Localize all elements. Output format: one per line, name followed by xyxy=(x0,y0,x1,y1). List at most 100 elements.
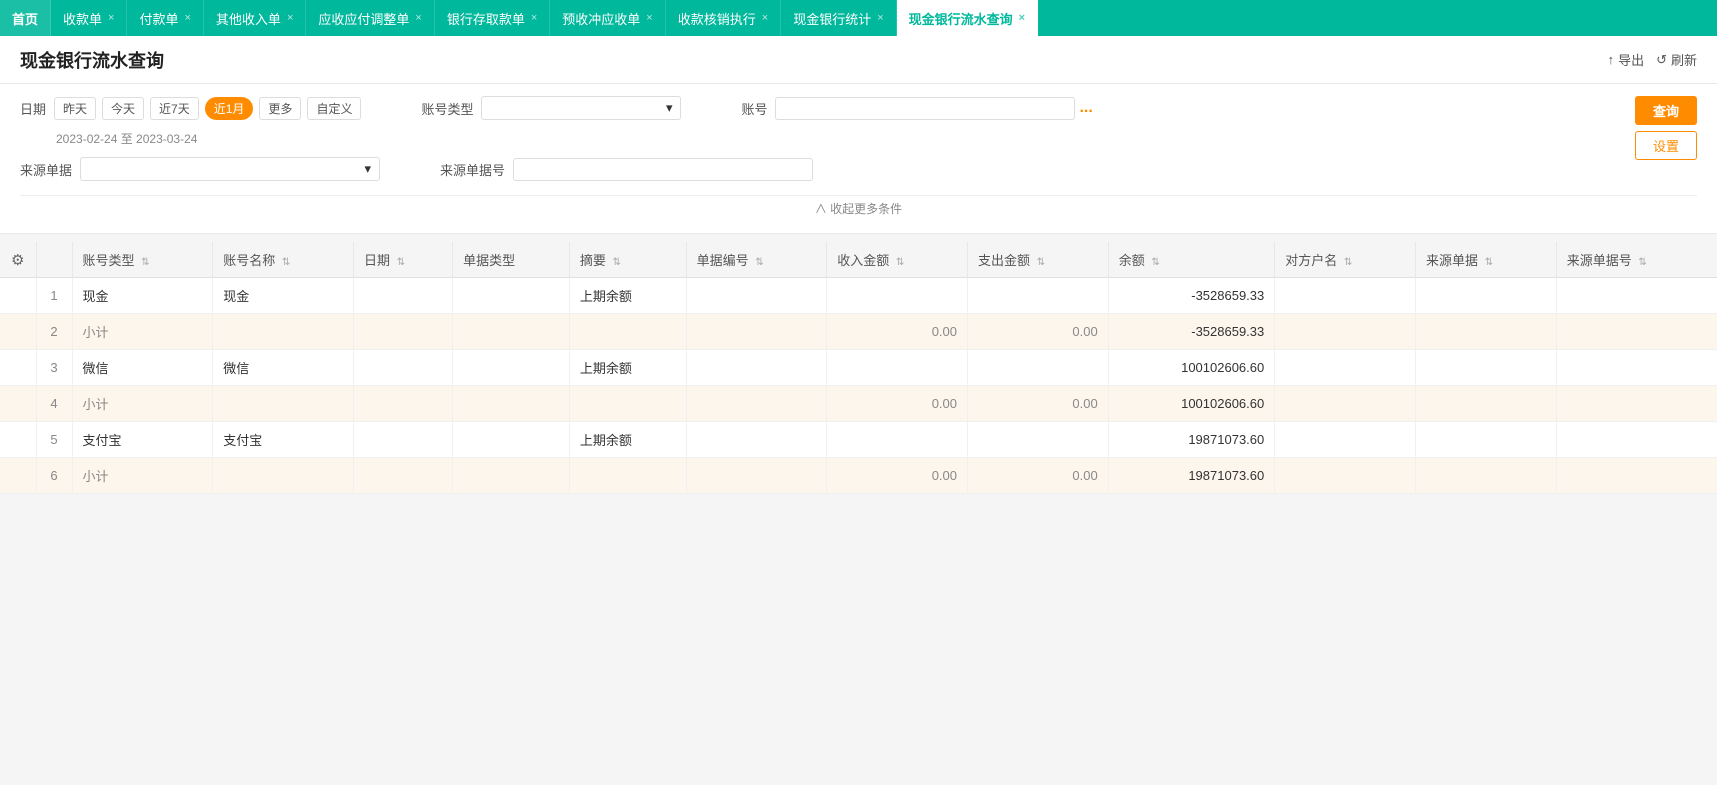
nav-tab[interactable]: 银行存取款单× xyxy=(435,0,550,36)
table-cell: 小计 xyxy=(72,458,213,494)
table-cell xyxy=(1275,350,1416,386)
account-input[interactable] xyxy=(775,97,1075,120)
nav-tab[interactable]: 应收应付调整单× xyxy=(306,0,434,36)
table-cell xyxy=(827,278,968,314)
date-filter: 日期 昨天 今天 近7天 近1月 更多 自定义 xyxy=(20,97,361,120)
nav-tab[interactable]: 收款核销执行× xyxy=(666,0,781,36)
close-tab-icon[interactable]: × xyxy=(415,12,421,24)
nav-tab[interactable]: 其他收入单× xyxy=(204,0,306,36)
week-btn[interactable]: 近7天 xyxy=(150,97,199,120)
table-cell: 100102606.60 xyxy=(1108,386,1275,422)
table-cell xyxy=(453,278,570,314)
col-balance[interactable]: 余额 ⇅ xyxy=(1108,242,1275,278)
table-cell: 1 xyxy=(36,278,72,314)
table-cell: 小计 xyxy=(72,314,213,350)
col-account-name[interactable]: 账号名称 ⇅ xyxy=(213,242,354,278)
table-cell: 5 xyxy=(36,422,72,458)
close-tab-icon[interactable]: × xyxy=(762,12,768,24)
table-cell: 19871073.60 xyxy=(1108,422,1275,458)
source-doc-no-input[interactable] xyxy=(513,158,813,181)
col-settings[interactable]: ⚙ xyxy=(0,242,36,278)
custom-btn[interactable]: 自定义 xyxy=(307,97,361,120)
close-tab-icon[interactable]: × xyxy=(1019,12,1025,24)
page-title: 现金银行流水查询 xyxy=(20,47,164,73)
table-cell xyxy=(1415,386,1556,422)
table-cell: 微信 xyxy=(72,350,213,386)
table-cell xyxy=(1556,314,1717,350)
account-filter: 账号 ... xyxy=(741,97,1092,120)
table-row: 6小计0.000.0019871073.60 xyxy=(0,458,1717,494)
table-cell xyxy=(686,314,827,350)
table-settings-icon[interactable]: ⚙ xyxy=(11,252,24,269)
table-cell xyxy=(353,278,452,314)
col-source-doc[interactable]: 来源单据 ⇅ xyxy=(1415,242,1556,278)
table-cell xyxy=(1415,422,1556,458)
table-cell: 0.00 xyxy=(827,458,968,494)
table-cell xyxy=(569,386,686,422)
refresh-icon: ↺ xyxy=(1656,52,1667,68)
table-header: ⚙ 账号类型 ⇅ 账号名称 ⇅ 日期 ⇅ 单据类型 摘要 ⇅ 单据编号 ⇅ 收入… xyxy=(0,242,1717,278)
table-cell xyxy=(453,386,570,422)
col-summary[interactable]: 摘要 ⇅ xyxy=(569,242,686,278)
table-cell xyxy=(1275,386,1416,422)
table-body: 1现金现金上期余额-3528659.332小计0.000.00-3528659.… xyxy=(0,278,1717,494)
table-cell xyxy=(1275,458,1416,494)
nav-tab[interactable]: 现金银行流水查询× xyxy=(897,0,1038,36)
table-cell xyxy=(213,386,354,422)
nav-tab[interactable]: 现金银行统计× xyxy=(781,0,896,36)
query-button[interactable]: 查询 xyxy=(1635,96,1697,125)
table-cell: -3528659.33 xyxy=(1108,314,1275,350)
col-date[interactable]: 日期 ⇅ xyxy=(353,242,452,278)
col-counterparty[interactable]: 对方户名 ⇅ xyxy=(1275,242,1416,278)
yesterday-btn[interactable]: 昨天 xyxy=(54,97,96,120)
page-header: 现金银行流水查询 ↑ 导出 ↺ 刷新 xyxy=(0,36,1717,84)
table-cell xyxy=(353,458,452,494)
table-cell xyxy=(213,458,354,494)
export-button[interactable]: ↑ 导出 xyxy=(1608,50,1645,69)
col-account-type[interactable]: 账号类型 ⇅ xyxy=(72,242,213,278)
col-source-doc-no[interactable]: 来源单据号 ⇅ xyxy=(1556,242,1717,278)
close-tab-icon[interactable]: × xyxy=(287,12,293,24)
table-cell: 现金 xyxy=(72,278,213,314)
close-tab-icon[interactable]: × xyxy=(646,12,652,24)
settings-button[interactable]: 设置 xyxy=(1635,131,1697,160)
table-cell xyxy=(827,422,968,458)
col-expense[interactable]: 支出金额 ⇅ xyxy=(968,242,1109,278)
col-income[interactable]: 收入金额 ⇅ xyxy=(827,242,968,278)
table-cell xyxy=(1556,422,1717,458)
close-tab-icon[interactable]: × xyxy=(108,12,114,24)
month1-btn[interactable]: 近1月 xyxy=(205,97,254,120)
table-cell xyxy=(1275,314,1416,350)
table-cell xyxy=(686,350,827,386)
table-cell xyxy=(569,458,686,494)
nav-tab[interactable]: 预收冲应收单× xyxy=(550,0,665,36)
account-type-select[interactable]: ▾ xyxy=(481,96,681,120)
table-cell: 现金 xyxy=(213,278,354,314)
table-row: 1现金现金上期余额-3528659.33 xyxy=(0,278,1717,314)
table-cell xyxy=(1556,350,1717,386)
refresh-button[interactable]: ↺ 刷新 xyxy=(1656,50,1697,69)
table-cell xyxy=(453,458,570,494)
table-cell xyxy=(968,278,1109,314)
col-doc-no[interactable]: 单据编号 ⇅ xyxy=(686,242,827,278)
close-tab-icon[interactable]: × xyxy=(184,12,190,24)
table-cell xyxy=(353,422,452,458)
nav-tab[interactable]: 付款单× xyxy=(127,0,203,36)
nav-tab[interactable]: 首页 xyxy=(0,0,51,36)
collapse-bar[interactable]: ∧ 收起更多条件 xyxy=(20,195,1697,221)
source-doc-select[interactable]: ▾ xyxy=(80,157,380,181)
today-btn[interactable]: 今天 xyxy=(102,97,144,120)
more-btn[interactable]: 更多 xyxy=(259,97,301,120)
table-cell xyxy=(1415,458,1556,494)
account-dots-btn[interactable]: ... xyxy=(1079,99,1092,117)
table-cell: 19871073.60 xyxy=(1108,458,1275,494)
nav-tab[interactable]: 收款单× xyxy=(51,0,127,36)
table-cell xyxy=(0,350,36,386)
close-tab-icon[interactable]: × xyxy=(531,12,537,24)
table-area: ⚙ 账号类型 ⇅ 账号名称 ⇅ 日期 ⇅ 单据类型 摘要 ⇅ 单据编号 ⇅ 收入… xyxy=(0,242,1717,494)
table-cell xyxy=(353,314,452,350)
close-tab-icon[interactable]: × xyxy=(877,12,883,24)
table-cell xyxy=(1556,386,1717,422)
chevron-down-icon: ▾ xyxy=(666,100,673,116)
source-doc-no-filter: 来源单据号 xyxy=(440,158,813,181)
